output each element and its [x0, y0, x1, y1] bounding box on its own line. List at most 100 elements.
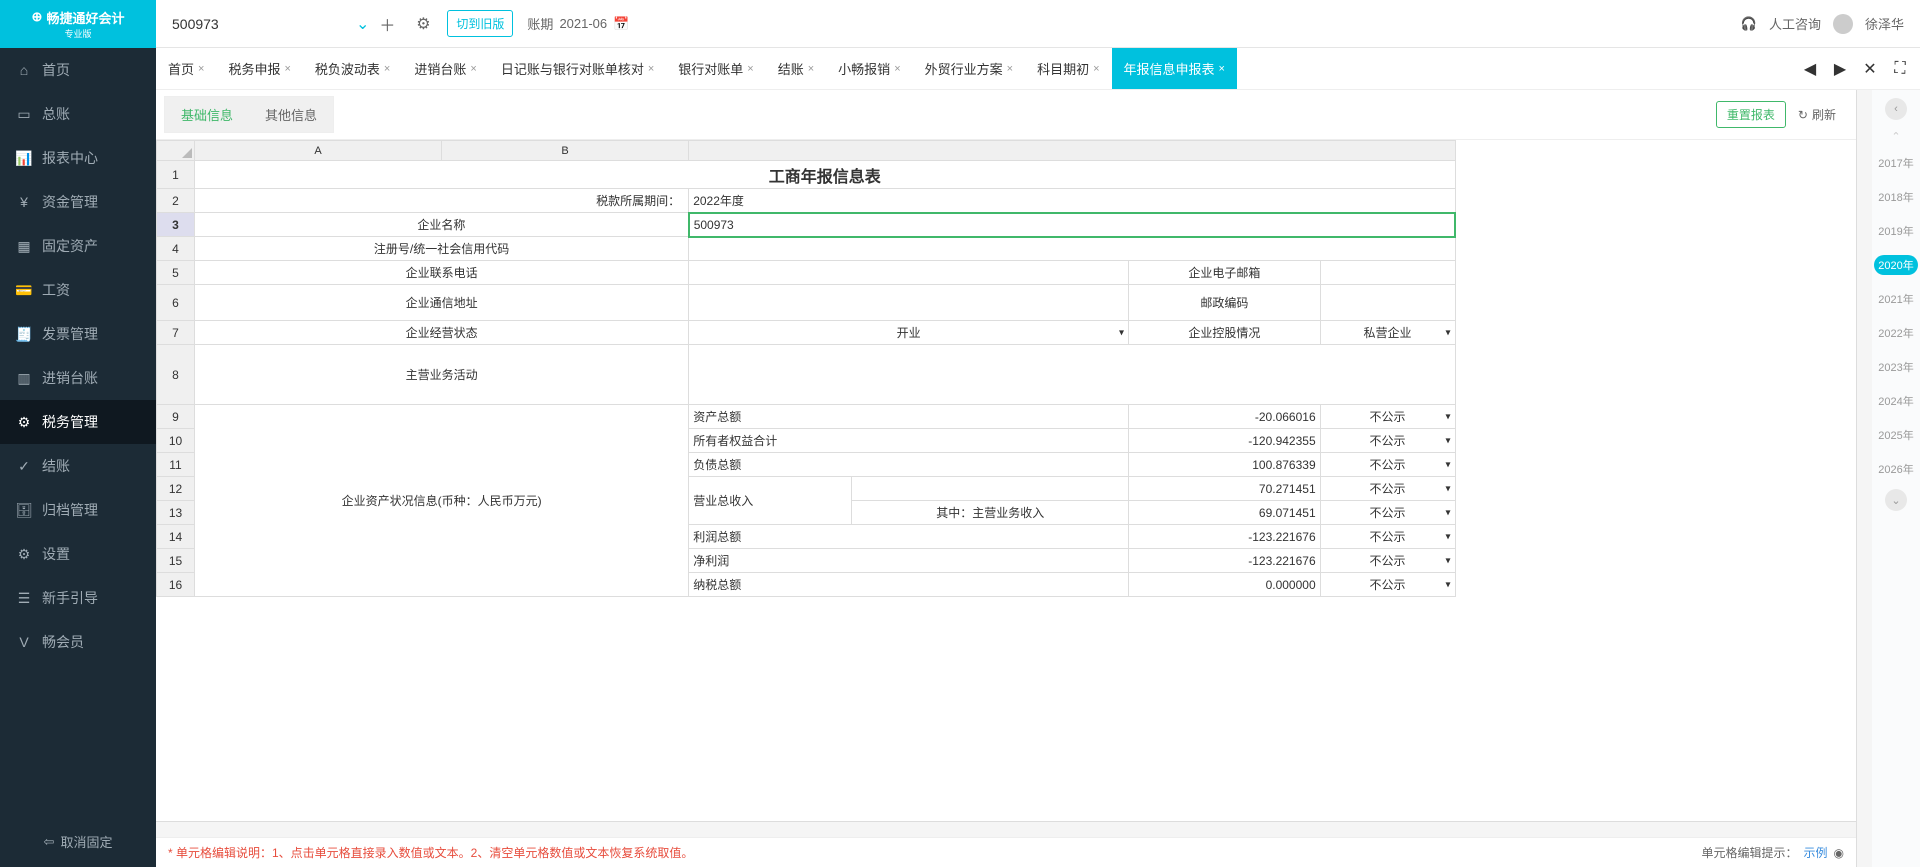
tab-prev-icon[interactable]: ◀ — [1798, 57, 1822, 81]
r7-dropdown[interactable]: 开业 — [689, 321, 1129, 345]
row-hdr-5[interactable]: 5 — [157, 261, 195, 285]
nav-item-archive[interactable]: 🗄归档管理 — [0, 488, 156, 532]
r6-value2[interactable] — [1320, 285, 1455, 321]
tab-close-icon[interactable]: × — [470, 63, 476, 75]
row-value[interactable]: 70.271451 — [1129, 477, 1321, 501]
row-hdr-13[interactable]: 13 — [157, 501, 195, 525]
tab-4[interactable]: 日记账与银行对账单核对× — [489, 48, 666, 89]
spreadsheet[interactable]: A B 1 工商年报信息表 2 税款所属期间： 2022年度 3 — [156, 140, 1856, 821]
nav-item-ledger[interactable]: ▭总账 — [0, 92, 156, 136]
tab-close-icon[interactable]: × — [1007, 63, 1013, 75]
headset-icon[interactable]: 🎧 — [1741, 16, 1757, 32]
user-name[interactable]: 徐泽华 — [1865, 14, 1904, 33]
nav-item-salary[interactable]: 💳工资 — [0, 268, 156, 312]
nav-item-vip[interactable]: V畅会员 — [0, 620, 156, 664]
r5-value2[interactable] — [1320, 261, 1455, 285]
row-publish-dropdown[interactable]: 不公示 — [1320, 501, 1455, 525]
row-hdr-14[interactable]: 14 — [157, 525, 195, 549]
year-2026年[interactable]: 2026年 — [1874, 459, 1917, 479]
nav-item-reports[interactable]: 📊报表中心 — [0, 136, 156, 180]
row-value[interactable]: -120.942355 — [1129, 429, 1321, 453]
tab-2[interactable]: 税负波动表× — [303, 48, 402, 89]
r5-value[interactable] — [689, 261, 1129, 285]
select-all-corner[interactable] — [157, 141, 195, 161]
tab-6[interactable]: 结账× — [766, 48, 826, 89]
refresh-button[interactable]: ↻ 刷新 — [1798, 106, 1836, 123]
horizontal-scrollbar[interactable] — [156, 821, 1856, 837]
subtab-basic[interactable]: 基础信息 — [165, 97, 249, 132]
fullscreen-icon[interactable]: ⛶ — [1888, 57, 1912, 81]
row-value[interactable]: 100.876339 — [1129, 453, 1321, 477]
nav-item-assets[interactable]: ▦固定资产 — [0, 224, 156, 268]
r7-dropdown2[interactable]: 私营企业 — [1320, 321, 1455, 345]
year-2023年[interactable]: 2023年 — [1874, 357, 1917, 377]
reset-button[interactable]: 重置报表 — [1716, 101, 1786, 128]
row-sub-empty[interactable] — [852, 477, 1129, 501]
tab-8[interactable]: 外贸行业方案× — [913, 48, 1025, 89]
row-hdr-7[interactable]: 7 — [157, 321, 195, 345]
row-hdr-1[interactable]: 1 — [157, 161, 195, 189]
year-2025年[interactable]: 2025年 — [1874, 425, 1917, 445]
tab-close-icon[interactable]: × — [384, 63, 390, 75]
vertical-scrollbar[interactable] — [1856, 90, 1872, 867]
row-hdr-10[interactable]: 10 — [157, 429, 195, 453]
r6-value[interactable] — [689, 285, 1129, 321]
tab-close-icon[interactable]: × — [1219, 63, 1225, 75]
support-link[interactable]: 人工咨询 — [1769, 14, 1821, 33]
col-hdr-A[interactable]: A — [195, 141, 442, 161]
row-publish-dropdown[interactable]: 不公示 — [1320, 573, 1455, 597]
avatar-icon[interactable] — [1833, 14, 1853, 34]
tab-5[interactable]: 银行对账单× — [666, 48, 765, 89]
tab-7[interactable]: 小畅报销× — [826, 48, 912, 89]
row-hdr-3[interactable]: 3 — [157, 213, 195, 237]
year-2024年[interactable]: 2024年 — [1874, 391, 1917, 411]
calendar-icon[interactable]: 📅 — [613, 16, 629, 32]
tab-close-all-icon[interactable]: ✕ — [1858, 57, 1882, 81]
year-2020年[interactable]: 2020年 — [1874, 255, 1917, 275]
gear-icon[interactable]: ⚙ — [413, 14, 433, 34]
help-icon[interactable]: ◉ — [1834, 846, 1844, 860]
year-2021年[interactable]: 2021年 — [1874, 289, 1917, 309]
row-value[interactable]: -20.066016 — [1129, 405, 1321, 429]
tab-close-icon[interactable]: × — [648, 63, 654, 75]
year-2022年[interactable]: 2022年 — [1874, 323, 1917, 343]
row-hdr-16[interactable]: 16 — [157, 573, 195, 597]
row-hdr-8[interactable]: 8 — [157, 345, 195, 405]
tab-1[interactable]: 税务申报× — [216, 48, 302, 89]
legacy-button[interactable]: 切到旧版 — [447, 10, 513, 37]
row-publish-dropdown[interactable]: 不公示 — [1320, 405, 1455, 429]
tab-0[interactable]: 首页× — [156, 48, 216, 89]
row-hdr-15[interactable]: 15 — [157, 549, 195, 573]
nav-item-close[interactable]: ✓结账 — [0, 444, 156, 488]
nav-item-home[interactable]: ⌂首页 — [0, 48, 156, 92]
r8-value[interactable] — [689, 345, 1455, 405]
row-hdr-11[interactable]: 11 — [157, 453, 195, 477]
nav-item-invoice[interactable]: 🧾发票管理 — [0, 312, 156, 356]
company-name-cell[interactable]: 500973 — [689, 213, 1455, 237]
tab-9[interactable]: 科目期初× — [1025, 48, 1111, 89]
chevron-down-icon[interactable]: ⌄ — [356, 14, 369, 34]
row-hdr-6[interactable]: 6 — [157, 285, 195, 321]
row-publish-dropdown[interactable]: 不公示 — [1320, 429, 1455, 453]
nav-item-settings[interactable]: ⚙设置 — [0, 532, 156, 576]
row-hdr-12[interactable]: 12 — [157, 477, 195, 501]
nav-item-funds[interactable]: ¥资金管理 — [0, 180, 156, 224]
nav-item-guide[interactable]: ☰新手引导 — [0, 576, 156, 620]
tab-close-icon[interactable]: × — [747, 63, 753, 75]
r2-value[interactable]: 2022年度 — [689, 189, 1455, 213]
add-icon[interactable]: ＋ — [377, 14, 397, 34]
example-link[interactable]: 示例 — [1804, 844, 1828, 861]
row-publish-dropdown[interactable]: 不公示 — [1320, 477, 1455, 501]
tab-close-icon[interactable]: × — [808, 63, 814, 75]
tab-close-icon[interactable]: × — [198, 63, 204, 75]
period[interactable]: 账期 2021-06 📅 — [527, 14, 629, 33]
year-2018年[interactable]: 2018年 — [1874, 187, 1917, 207]
year-2017年[interactable]: 2017年 — [1874, 153, 1917, 173]
company-select[interactable]: ⌄ — [168, 12, 369, 36]
nav-item-psi[interactable]: ▥进销台账 — [0, 356, 156, 400]
tab-close-icon[interactable]: × — [1093, 63, 1099, 75]
tab-next-icon[interactable]: ▶ — [1828, 57, 1852, 81]
row-publish-dropdown[interactable]: 不公示 — [1320, 453, 1455, 477]
rail-up-icon[interactable]: ⌃ — [1891, 130, 1900, 143]
tab-close-icon[interactable]: × — [894, 63, 900, 75]
